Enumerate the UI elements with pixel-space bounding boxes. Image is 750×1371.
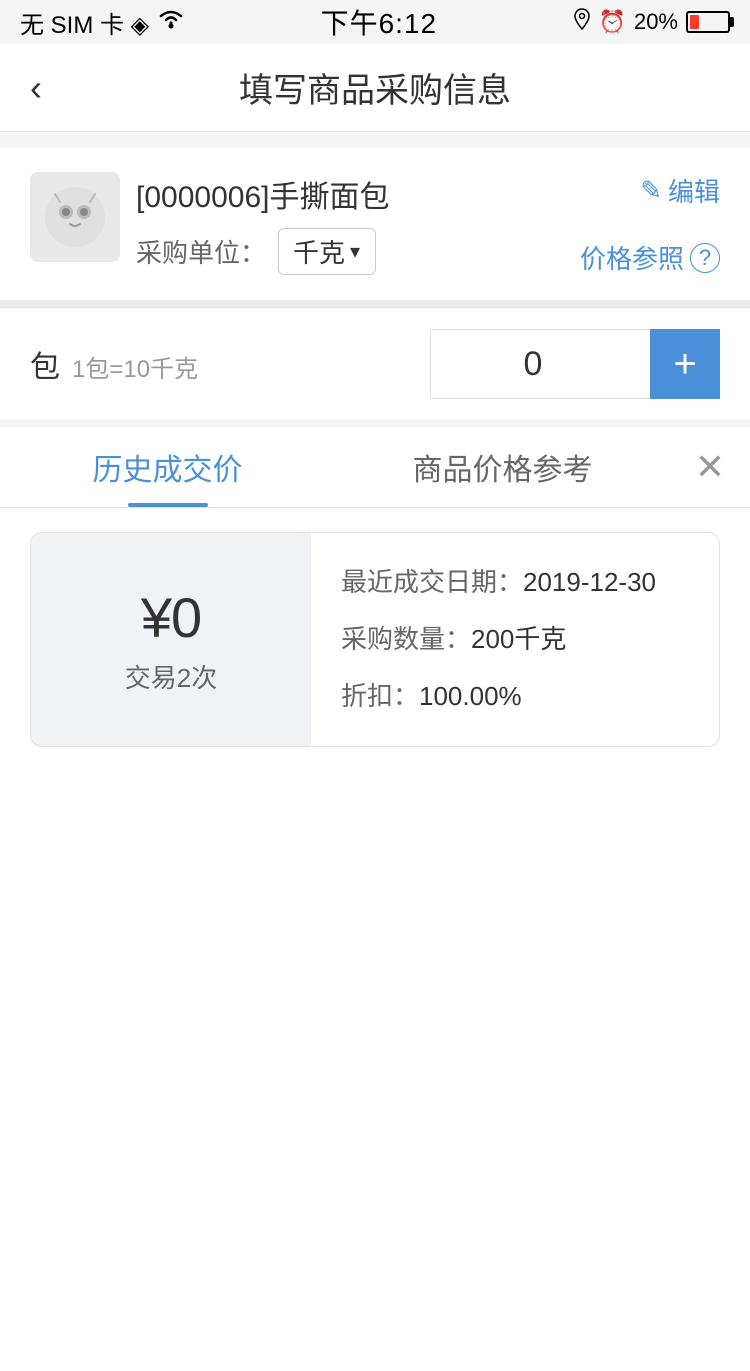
discount-label: 折扣： — [341, 681, 419, 711]
alarm-icon: ⏰ — [599, 9, 626, 35]
location-icon — [573, 8, 591, 36]
quantity-conversion: 1包=10千克 — [72, 349, 198, 384]
discount-row: 折扣：100.00% — [341, 677, 689, 716]
nav-bar: ‹ 填写商品采购信息 — [0, 44, 750, 132]
status-right: ⏰ 20% — [573, 8, 730, 36]
page-title: 填写商品采购信息 — [239, 63, 511, 112]
transaction-card: ¥0 交易2次 最近成交日期：2019-12-30 采购数量：200千克 折扣：… — [30, 532, 720, 747]
currency-symbol: ¥ — [141, 586, 171, 649]
battery-icon — [686, 11, 730, 33]
battery-percent: 20% — [634, 9, 678, 35]
transaction-summary: ¥0 交易2次 — [31, 533, 311, 746]
price-reference-button[interactable]: 价格参照 ? — [580, 239, 720, 276]
back-button[interactable]: ‹ — [30, 67, 42, 109]
transaction-price: ¥0 — [141, 585, 201, 650]
tab-history-price[interactable]: 历史成交价 — [0, 427, 335, 507]
bottom-content — [0, 771, 750, 1371]
purchase-qty-value: 200千克 — [471, 624, 566, 654]
quantity-input-area: + — [430, 329, 720, 399]
help-icon: ? — [690, 243, 720, 273]
discount-value: 100.00% — [419, 681, 522, 711]
quantity-input[interactable] — [430, 329, 650, 399]
purchase-qty-row: 采购数量：200千克 — [341, 620, 689, 659]
edit-button[interactable]: ✎ 编辑 — [640, 172, 720, 209]
price-ref-label: 价格参照 — [580, 239, 684, 276]
transaction-details: 最近成交日期：2019-12-30 采购数量：200千克 折扣：100.00% — [311, 533, 719, 746]
unit-selector[interactable]: 千克 ▾ — [278, 228, 366, 275]
quantity-row: 包 1包=10千克 + — [0, 309, 750, 419]
product-name: [0000006]手撕面包 — [136, 172, 389, 216]
recent-date-label: 最近成交日期： — [341, 567, 523, 597]
quantity-plus-button[interactable]: + — [650, 329, 720, 399]
status-left: 无 SIM 卡 ◈ — [20, 5, 185, 40]
product-thumbnail — [30, 172, 120, 262]
sim-status: 无 SIM 卡 ◈ — [20, 5, 149, 40]
status-bar: 无 SIM 卡 ◈ 下午6:12 ⏰ 20% — [0, 0, 750, 44]
status-time: 下午6:12 — [321, 2, 438, 42]
divider — [0, 300, 750, 308]
tabs-section: 历史成交价 商品价格参考 ✕ ¥0 交易2次 最近成交日期：2019-12-30… — [0, 427, 750, 771]
recent-date-value: 2019-12-30 — [523, 567, 656, 597]
purchase-qty-label: 采购数量： — [341, 624, 471, 654]
tab-close-button[interactable]: ✕ — [670, 427, 750, 507]
unit-value[interactable]: 千克 — [278, 228, 376, 275]
quantity-unit-label: 包 — [30, 342, 60, 386]
recent-date-row: 最近成交日期：2019-12-30 — [341, 563, 689, 602]
tabs-header: 历史成交价 商品价格参考 ✕ — [0, 427, 750, 508]
product-card: [0000006]手撕面包 采购单位： 千克 ▾ ✎ 编辑 价格参照 ? — [0, 148, 750, 300]
wifi-icon — [157, 8, 185, 36]
trade-count: 交易2次 — [125, 658, 217, 695]
transaction-list: ¥0 交易2次 最近成交日期：2019-12-30 采购数量：200千克 折扣：… — [0, 508, 750, 771]
price-value: 0 — [171, 586, 201, 649]
tab-product-price[interactable]: 商品价格参考 — [335, 427, 670, 507]
edit-label: 编辑 — [668, 172, 720, 209]
edit-icon: ✎ — [640, 175, 662, 206]
unit-label: 采购单位： — [136, 233, 266, 270]
